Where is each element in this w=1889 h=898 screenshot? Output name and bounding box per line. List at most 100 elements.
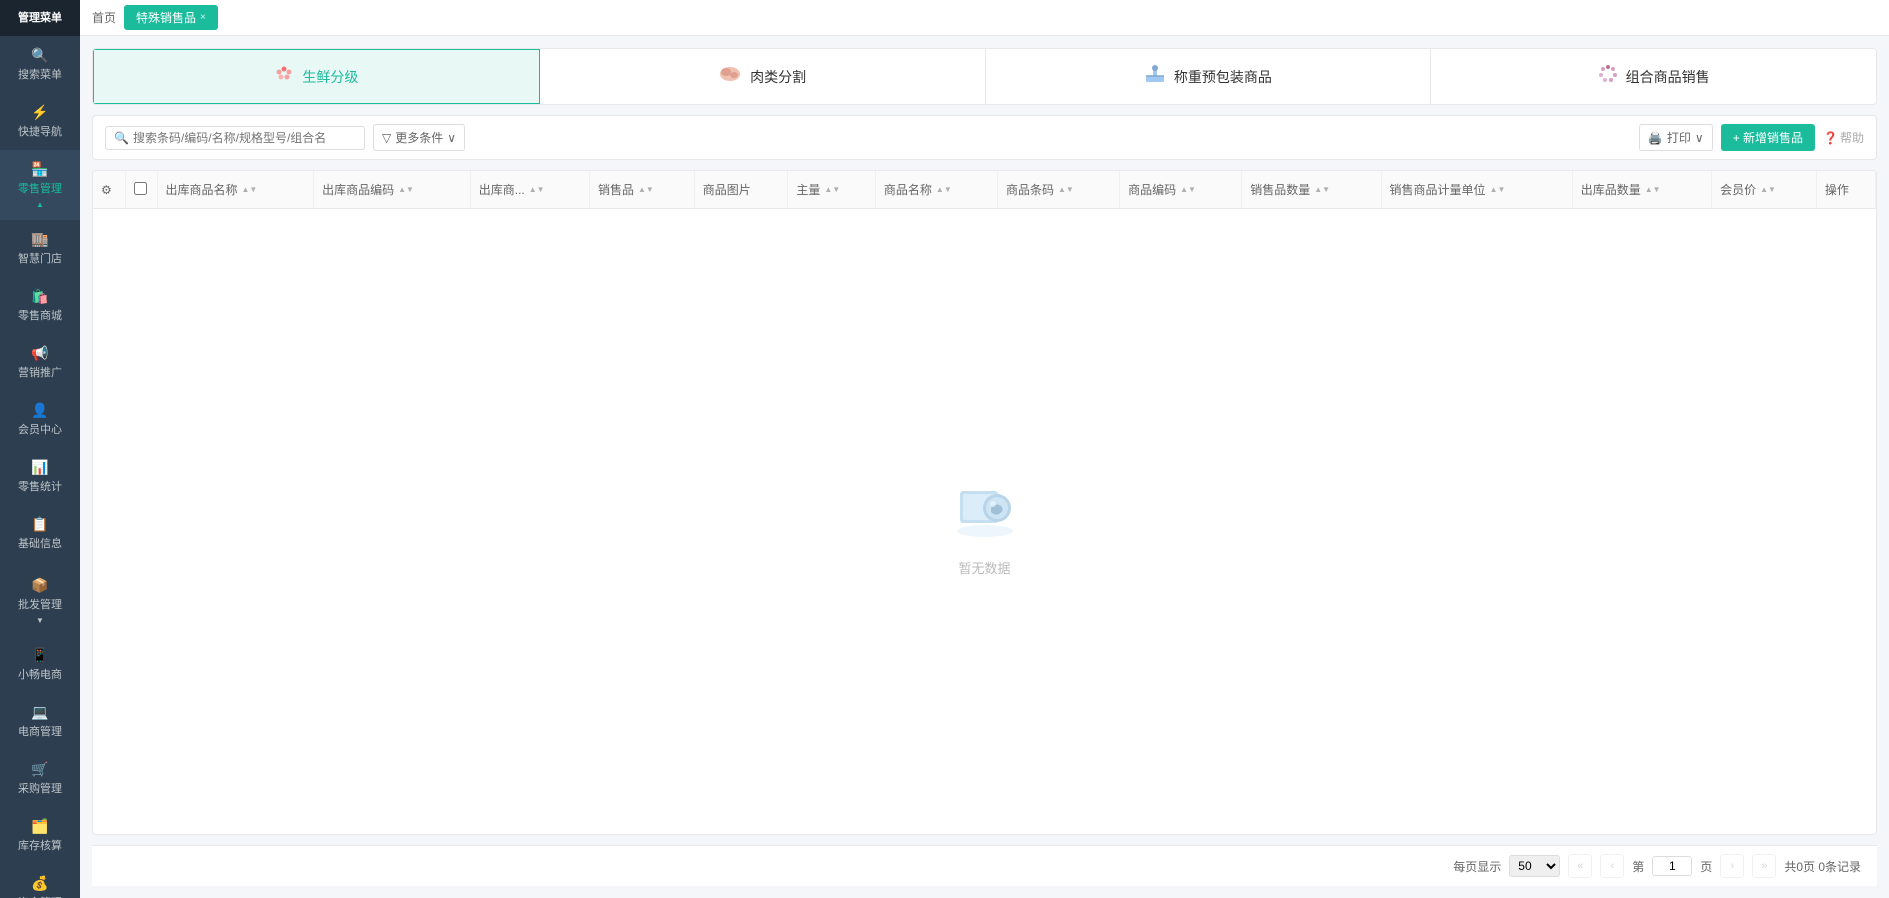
sort-icon: ▲▼ — [1760, 186, 1776, 194]
col-goods-name[interactable]: 商品名称 ▲▼ — [875, 171, 997, 209]
help-button[interactable]: ❓ 帮助 — [1823, 129, 1864, 146]
sidebar-item-retail-mgmt[interactable]: 🏪 零售管理 ▲ — [0, 150, 80, 220]
mini-mall-icon: 📱 — [31, 646, 48, 666]
page-unit: 页 — [1700, 858, 1712, 875]
fresh-tab-icon — [274, 64, 294, 89]
sort-icon: ▲▼ — [1490, 186, 1506, 194]
pagination-bar: 每页显示 50 10 20 100 « ‹ 第 页 › » 共0页 0条记录 — [92, 845, 1877, 886]
smart-store-icon: 🏬 — [31, 230, 48, 250]
col-settings[interactable]: ⚙ — [93, 171, 125, 209]
sidebar-item-mini-mall[interactable]: 📱 小畅电商 — [0, 636, 80, 693]
help-label: 帮助 — [1840, 129, 1864, 146]
col-out-qty[interactable]: 出库品数量 ▲▼ — [1572, 171, 1711, 209]
sidebar-item-label: 电商管理 — [18, 725, 62, 740]
sidebar-item-label: 零售商城 — [18, 309, 62, 324]
per-page-select[interactable]: 50 10 20 100 — [1509, 855, 1560, 877]
search-menu-icon: 🔍 — [31, 46, 48, 66]
wholesale-mgmt-icon: 📦 — [31, 576, 48, 596]
topbar-tab-label: 特殊销售品 — [136, 9, 196, 26]
sidebar-item-search-menu[interactable]: 🔍 搜索菜单 — [0, 36, 80, 93]
sidebar: 管理菜单 🔍 搜索菜单 ⚡ 快捷导航 🏪 零售管理 ▲ 🏬 智慧门店 🛍️ 零售… — [0, 0, 80, 898]
sidebar-item-retail-mall[interactable]: 🛍️ 零售商城 — [0, 277, 80, 334]
last-page-button[interactable]: » — [1752, 854, 1776, 878]
empty-text: 暂无数据 — [958, 558, 1010, 577]
sidebar-item-member[interactable]: 👤 会员中心 — [0, 391, 80, 448]
topbar-active-tab[interactable]: 特殊销售品 × — [124, 5, 218, 30]
sort-icon: ▲▼ — [824, 186, 840, 194]
sidebar-item-purchase-mgmt[interactable]: 🛒 采购管理 — [0, 750, 80, 807]
prev-page-button[interactable]: ‹ — [1600, 854, 1624, 878]
col-goods-code[interactable]: 商品编码 ▲▼ — [1120, 171, 1242, 209]
first-page-button[interactable]: « — [1568, 854, 1592, 878]
col-barcode[interactable]: 商品条码 ▲▼ — [998, 171, 1120, 209]
tab-weight-label: 称重预包装商品 — [1174, 67, 1272, 87]
sidebar-item-quick-nav[interactable]: ⚡ 快捷导航 — [0, 93, 80, 150]
sidebar-item-retail-stats[interactable]: 📊 零售统计 — [0, 448, 80, 505]
col-checkbox[interactable] — [125, 171, 157, 209]
col-out-name[interactable]: 出库商品名称 ▲▼ — [157, 171, 314, 209]
filter-button[interactable]: ▽ 更多条件 ∨ — [373, 124, 465, 151]
col-out-spec[interactable]: 出库商... ▲▼ — [470, 171, 589, 209]
sidebar-item-label: 会员中心 — [18, 423, 62, 438]
filter-icon: ▽ — [382, 131, 391, 145]
print-button[interactable]: 🖨️ 打印 ∨ — [1639, 124, 1713, 151]
print-label: 打印 — [1667, 129, 1691, 146]
chevron-down-icon: ∨ — [1695, 131, 1704, 145]
toolbar-left: 🔍 ▽ 更多条件 ∨ — [105, 124, 465, 151]
tab-combo[interactable]: 组合商品销售 — [1431, 49, 1876, 104]
sidebar-item-label: 批发管理 — [18, 598, 62, 613]
sidebar-item-label: 零售管理 — [18, 182, 62, 197]
combo-tab-icon — [1598, 64, 1618, 89]
chevron-down-icon: ▲ — [36, 199, 44, 210]
table-container: ⚙ 出库商品名称 ▲▼ 出库 — [92, 170, 1877, 835]
page-input[interactable] — [1652, 856, 1692, 876]
col-out-code[interactable]: 出库商品编码 ▲▼ — [314, 171, 471, 209]
data-table: ⚙ 出库商品名称 ▲▼ 出库 — [93, 171, 1876, 209]
retail-mall-icon: 🛍️ — [31, 287, 48, 307]
add-button[interactable]: + 新增销售品 — [1721, 124, 1815, 151]
add-label: + 新增销售品 — [1733, 129, 1803, 146]
sidebar-item-finance[interactable]: 💰 资金管理 — [0, 864, 80, 898]
next-page-button[interactable]: › — [1720, 854, 1744, 878]
search-box[interactable]: 🔍 — [105, 126, 365, 150]
topbar-home[interactable]: 首页 — [92, 9, 116, 26]
col-image[interactable]: 商品图片 — [694, 171, 788, 209]
tab-combo-label: 组合商品销售 — [1626, 67, 1710, 87]
sidebar-item-smart-store[interactable]: 🏬 智慧门店 — [0, 220, 80, 277]
sidebar-item-label: 库存核算 — [18, 839, 62, 854]
ecom-mgmt-icon: 💻 — [31, 703, 48, 723]
filter-label: 更多条件 — [395, 129, 443, 146]
total-label: 共0页 0条记录 — [1784, 858, 1861, 875]
sidebar-item-inventory[interactable]: 🗂️ 库存核算 — [0, 807, 80, 864]
col-member-price[interactable]: 会员价 ▲▼ — [1712, 171, 1817, 209]
sidebar-item-basic-info[interactable]: 📋 基础信息 — [0, 505, 80, 562]
tab-weight[interactable]: 称重预包装商品 — [986, 49, 1432, 104]
category-tabs: 生鲜分级 肉类分割 — [92, 48, 1877, 105]
close-icon[interactable]: × — [200, 12, 206, 23]
sidebar-item-label: 快捷导航 — [18, 125, 62, 140]
print-icon: 🖨️ — [1648, 131, 1663, 145]
select-all-checkbox[interactable] — [134, 182, 147, 195]
sidebar-item-marketing[interactable]: 📢 营销推广 — [0, 334, 80, 391]
sort-icon: ▲▼ — [242, 186, 258, 194]
basic-info-icon: 📋 — [31, 515, 48, 535]
col-sale-unit[interactable]: 销售商品计量单位 ▲▼ — [1381, 171, 1572, 209]
quick-nav-icon: ⚡ — [31, 103, 48, 123]
help-icon: ❓ — [1823, 131, 1838, 145]
sidebar-item-ecom-mgmt[interactable]: 💻 电商管理 — [0, 693, 80, 750]
col-sale-qty[interactable]: 销售品数量 ▲▼ — [1242, 171, 1381, 209]
search-input[interactable] — [133, 131, 356, 145]
topbar: 首页 特殊销售品 × — [80, 0, 1889, 36]
tab-meat[interactable]: 肉类分割 — [540, 49, 986, 104]
settings-gear-icon[interactable]: ⚙ — [101, 183, 112, 197]
tab-fresh[interactable]: 生鲜分级 — [92, 48, 541, 105]
sidebar-item-label: 零售统计 — [18, 480, 62, 495]
member-icon: 👤 — [31, 401, 48, 421]
page-area: 生鲜分级 肉类分割 — [80, 36, 1889, 898]
col-sale-goods[interactable]: 销售品 ▲▼ — [589, 171, 694, 209]
chevron-down-icon: ▼ — [36, 615, 44, 626]
empty-icon — [945, 466, 1025, 546]
col-main-unit[interactable]: 主量 ▲▼ — [788, 171, 876, 209]
sidebar-item-wholesale-mgmt[interactable]: 📦 批发管理 ▼ — [0, 566, 80, 636]
chevron-down-icon: ∨ — [447, 131, 456, 145]
